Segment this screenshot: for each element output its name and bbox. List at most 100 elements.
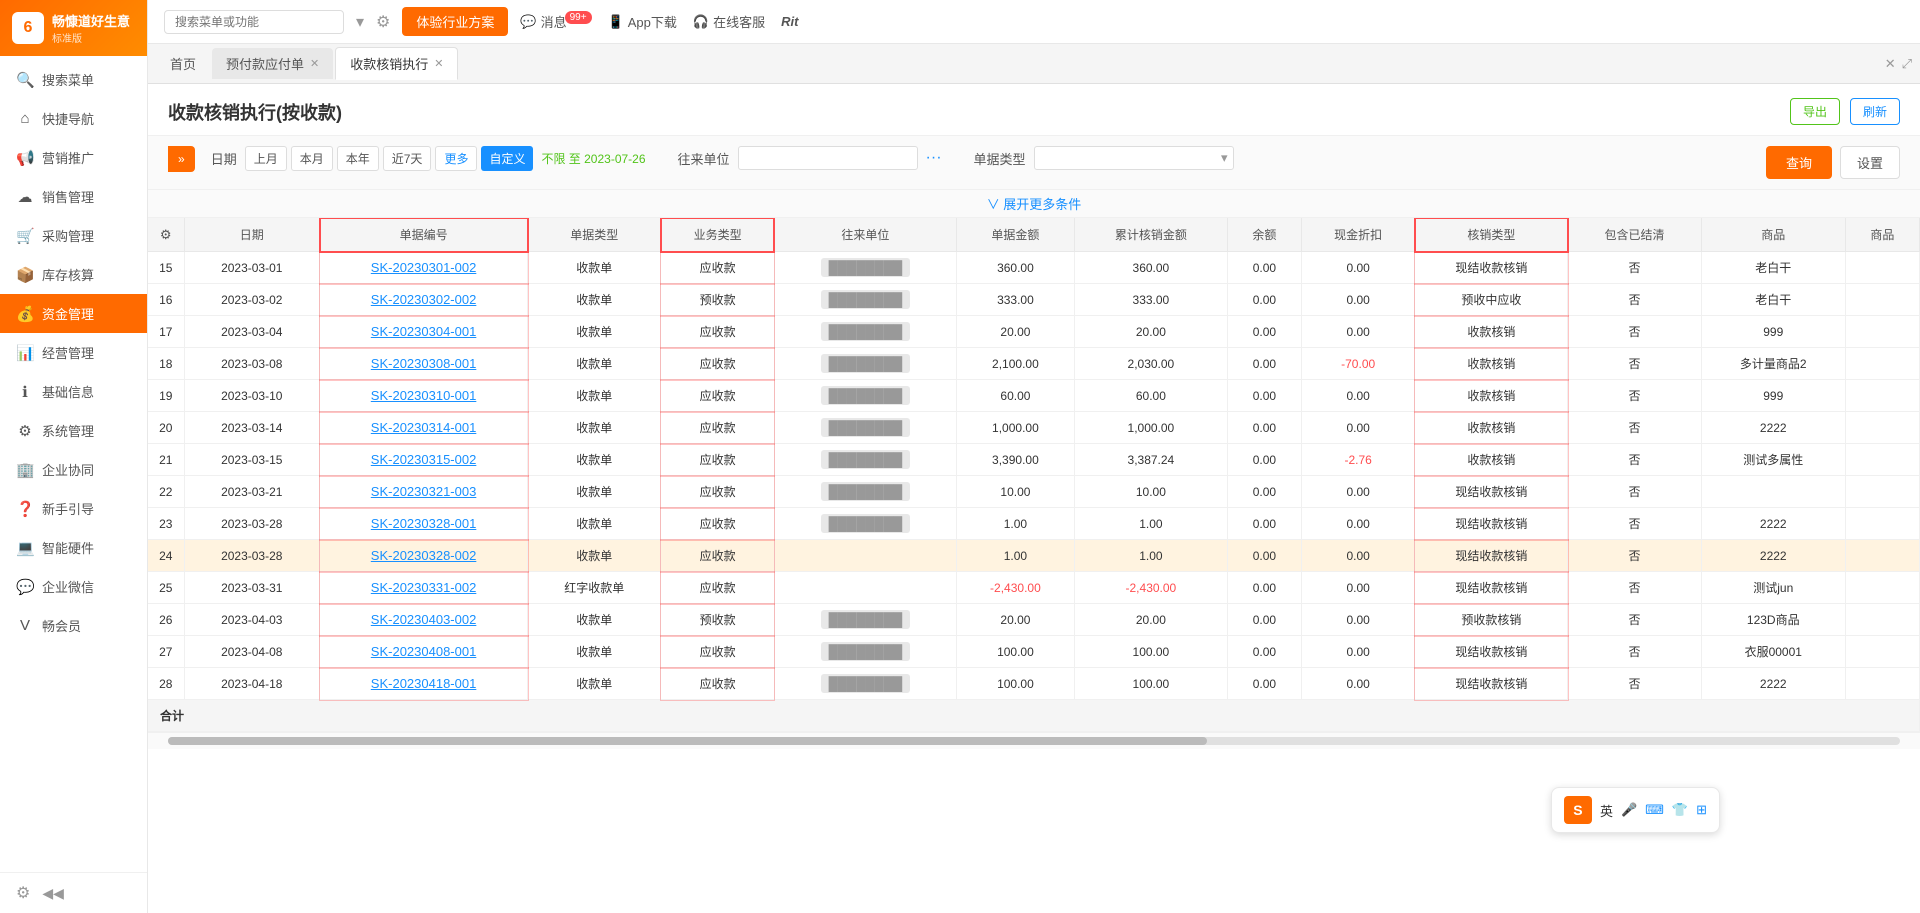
sidebar-item-purchase[interactable]: 🛒采购管理 <box>0 216 147 255</box>
query-button[interactable]: 查询 <box>1766 146 1832 179</box>
sidebar-item-basic[interactable]: ℹ基础信息 <box>0 372 147 411</box>
sidebar-item-search[interactable]: 🔍搜索菜单 <box>0 60 147 99</box>
sidebar-item-guide[interactable]: ❓新手引导 <box>0 489 147 528</box>
app-download-action[interactable]: 📱 App下载 <box>608 12 677 31</box>
member-icon: V <box>16 617 34 634</box>
row-total-cancel: 1.00 <box>1074 540 1227 572</box>
sidebar-item-corp[interactable]: 🏢企业协同 <box>0 450 147 489</box>
sidebar-nav: 🔍搜索菜单⌂快捷导航📢营销推广☁销售管理🛒采购管理📦库存核算💰资金管理📊经营管理… <box>0 56 147 872</box>
row-cancel-type: 收款核销 <box>1415 380 1568 412</box>
row-settled: 否 <box>1568 508 1701 540</box>
filter-toggle-button[interactable]: » <box>168 146 195 172</box>
topbar-chevron-icon[interactable]: ▾ <box>356 12 364 32</box>
row-cancel-type: 现结收款核销 <box>1415 572 1568 604</box>
shirt-icon[interactable]: 👕 <box>1672 802 1688 818</box>
refresh-button[interactable]: 刷新 <box>1850 98 1900 125</box>
row-partner: ████████ <box>774 636 956 668</box>
col-date: 日期 <box>184 218 320 252</box>
sidebar-item-business[interactable]: 📊经营管理 <box>0 333 147 372</box>
date-last-month[interactable]: 上月 <box>245 146 287 171</box>
col-bill-type: 单据类型 <box>528 218 661 252</box>
row-total-cancel: 1,000.00 <box>1074 412 1227 444</box>
collapse-icon[interactable]: ◀◀ <box>42 885 64 902</box>
purchase-icon: 🛒 <box>16 227 34 245</box>
row-bill-type: 收款单 <box>528 668 661 700</box>
bill-no-link[interactable]: SK-20230321-003 <box>371 484 477 499</box>
partner-more-icon[interactable]: ··· <box>926 149 942 167</box>
date-more[interactable]: 更多 <box>435 146 477 171</box>
row-bill-no: SK-20230328-001 <box>320 508 528 540</box>
date-this-year[interactable]: 本年 <box>337 146 379 171</box>
bill-no-link[interactable]: SK-20230328-001 <box>371 516 477 531</box>
bill-no-link[interactable]: SK-20230315-002 <box>371 452 477 467</box>
filter-bar: » 日期 上月 本月 本年 近7天 更多 自定义 不限 至 2023-07-26… <box>148 136 1920 190</box>
tab-expand-icon[interactable]: ⤢ <box>1902 56 1912 72</box>
setting-button[interactable]: 设置 <box>1840 146 1900 179</box>
bill-no-link[interactable]: SK-20230304-001 <box>371 324 477 339</box>
sidebar-label-quick-nav: 快捷导航 <box>42 109 94 128</box>
grid-icon[interactable]: ⊞ <box>1696 802 1707 818</box>
date-this-month[interactable]: 本月 <box>291 146 333 171</box>
mic-icon[interactable]: 🎤 <box>1621 802 1637 818</box>
sidebar-item-hardware[interactable]: 💻智能硬件 <box>0 528 147 567</box>
marketing-icon: 📢 <box>16 149 34 167</box>
date-7days[interactable]: 近7天 <box>383 146 432 171</box>
bill-no-link[interactable]: SK-20230308-001 <box>371 356 477 371</box>
corp-icon: 🏢 <box>16 461 34 479</box>
row-balance: 0.00 <box>1227 252 1301 284</box>
row-bill-type: 收款单 <box>528 444 661 476</box>
sidebar-item-quick-nav[interactable]: ⌂快捷导航 <box>0 99 147 138</box>
keyboard-icon[interactable]: ⌨ <box>1645 802 1664 818</box>
messages-action[interactable]: 💬 消息 99+ <box>520 12 591 31</box>
row-date: 2023-04-08 <box>184 636 320 668</box>
tab-close-window-icon[interactable]: ✕ <box>1885 56 1896 72</box>
tab-prepayment-close[interactable]: ✕ <box>310 57 319 70</box>
sidebar-item-wechat[interactable]: 💬企业微信 <box>0 567 147 606</box>
row-amount: 1,000.00 <box>956 412 1074 444</box>
bill-no-link[interactable]: SK-20230314-001 <box>371 420 477 435</box>
tab-home[interactable]: 首页 <box>156 48 210 79</box>
bill-no-link[interactable]: SK-20230328-002 <box>371 548 477 563</box>
topbar-settings-icon[interactable]: ⚙ <box>376 12 390 32</box>
col-setting[interactable]: ⚙ <box>148 218 184 252</box>
bill-type-select[interactable] <box>1034 146 1234 170</box>
bill-no-link[interactable]: SK-20230301-002 <box>371 260 477 275</box>
tab-receivable[interactable]: 收款核销执行 ✕ <box>335 47 458 80</box>
tab-receivable-close[interactable]: ✕ <box>434 57 443 70</box>
tab-prepayment[interactable]: 预付款应付单 ✕ <box>212 48 333 79</box>
row-bill-no: SK-20230308-001 <box>320 348 528 380</box>
sidebar-item-inventory[interactable]: 📦库存核算 <box>0 255 147 294</box>
bill-no-link[interactable]: SK-20230403-002 <box>371 612 477 627</box>
partner-input[interactable] <box>738 146 918 170</box>
bill-no-link[interactable]: SK-20230302-002 <box>371 292 477 307</box>
export-button[interactable]: 导出 <box>1790 98 1840 125</box>
online-service-action[interactable]: 🎧 在线客服 <box>693 12 765 31</box>
row-no: 21 <box>148 444 184 476</box>
bill-no-link[interactable]: SK-20230418-001 <box>371 676 477 691</box>
horizontal-scrollbar[interactable] <box>168 737 1900 745</box>
bill-no-link[interactable]: SK-20230331-002 <box>371 580 477 595</box>
solution-button[interactable]: 体验行业方案 <box>402 7 508 36</box>
expand-more-conditions[interactable]: ∨ 展开更多条件 <box>148 190 1920 218</box>
sidebar-item-finance[interactable]: 💰资金管理 <box>0 294 147 333</box>
row-total-cancel: -2,430.00 <box>1074 572 1227 604</box>
row-balance: 0.00 <box>1227 284 1301 316</box>
date-custom-button[interactable]: 自定义 <box>481 146 533 171</box>
bill-no-link[interactable]: SK-20230310-001 <box>371 388 477 403</box>
data-table: ⚙ 日期 单据编号 单据类型 业务类型 往来单位 单据金额 累计核销金额 余额 … <box>148 218 1920 732</box>
row-date: 2023-03-15 <box>184 444 320 476</box>
sidebar-item-sales[interactable]: ☁销售管理 <box>0 177 147 216</box>
sidebar-item-system[interactable]: ⚙系统管理 <box>0 411 147 450</box>
settings-icon[interactable]: ⚙ <box>16 883 30 903</box>
row-partner: ████████ <box>774 668 956 700</box>
bill-type-label: 单据类型 <box>974 149 1026 168</box>
user-profile[interactable]: Rit <box>781 14 798 29</box>
bill-no-link[interactable]: SK-20230408-001 <box>371 644 477 659</box>
table-footer-row: 合计 <box>148 700 1920 732</box>
row-bill-type: 收款单 <box>528 636 661 668</box>
search-input[interactable] <box>164 10 344 34</box>
row-goods: 123D商品 <box>1701 604 1845 636</box>
row-goods: 老白干 <box>1701 284 1845 316</box>
sidebar-item-member[interactable]: V畅会员 <box>0 606 147 645</box>
sidebar-item-marketing[interactable]: 📢营销推广 <box>0 138 147 177</box>
